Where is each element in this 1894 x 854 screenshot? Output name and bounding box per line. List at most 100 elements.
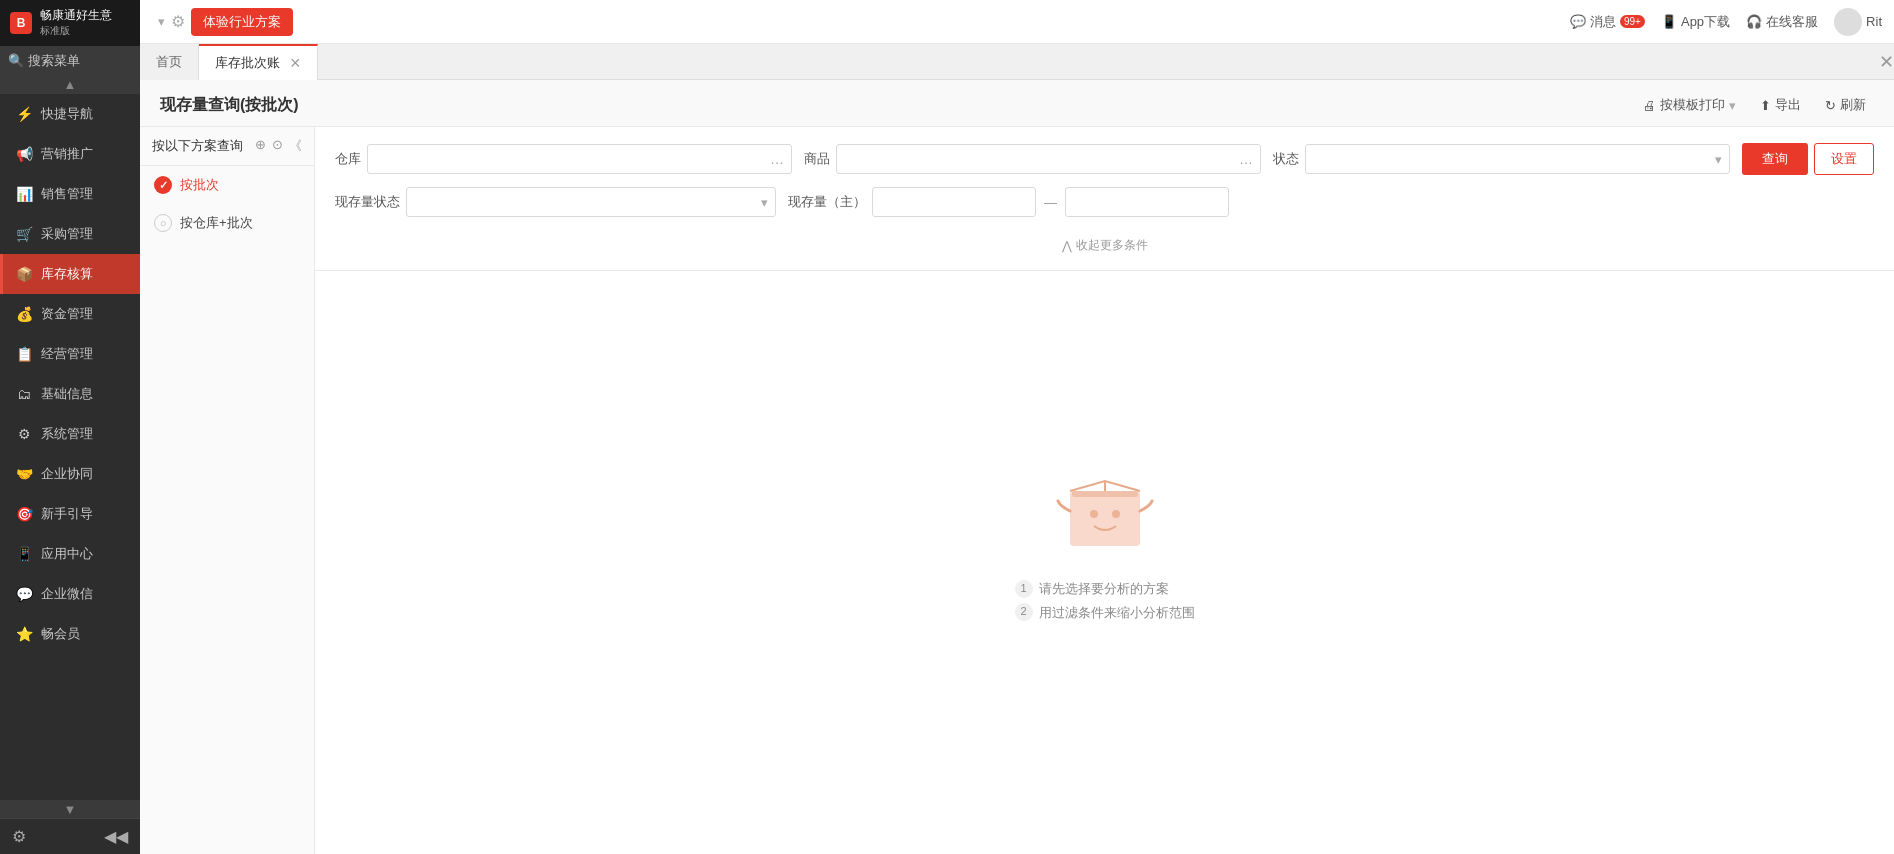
scheme-item-batch[interactable]: ✓ 按批次: [140, 166, 314, 204]
sidebar-item-marketing[interactable]: 📢 营销推广: [0, 134, 140, 174]
purchase-icon: 🛒: [15, 225, 33, 243]
messages-btn[interactable]: 💬 消息 99+: [1570, 13, 1645, 31]
topbar-right: 💬 消息 99+ 📱 App下载 🎧 在线客服 Rit: [1570, 8, 1882, 36]
sidebar-label-operations: 经营管理: [41, 345, 93, 363]
tip-item-1: 1 请先选择要分析的方案: [1015, 577, 1195, 600]
warehouse-label: 仓库: [335, 150, 361, 168]
inv-qty-range: —: [872, 187, 1229, 217]
finance-icon: 💰: [15, 305, 33, 323]
sidebar-item-appstore[interactable]: 📱应用中心: [0, 534, 140, 574]
status-select[interactable]: 全部 正常 停用: [1305, 144, 1730, 174]
warehouse-dots-icon[interactable]: …: [770, 151, 784, 167]
sidebar-item-purchase[interactable]: 🛒采购管理: [0, 214, 140, 254]
content-area: 按以下方案查询 ⊕ ⊙ 《 ✓ 按批次 ○ 按仓库+批次: [140, 127, 1894, 854]
tip-num-1: 1: [1015, 580, 1033, 598]
sidebar-label-marketing: 营销推广: [41, 145, 93, 163]
collapse-more-btn[interactable]: ⋀ 收起更多条件: [335, 229, 1874, 262]
user-avatar-btn[interactable]: Rit: [1834, 8, 1882, 36]
form-area: 仓库 … 商品 …: [315, 127, 1894, 271]
refresh-btn[interactable]: ↻ 刷新: [1817, 92, 1874, 118]
form-group-inv-qty: 现存量（主） —: [788, 187, 1229, 217]
sidebar-item-enterprise[interactable]: 🤝企业协同: [0, 454, 140, 494]
scheme-item-warehouse-batch[interactable]: ○ 按仓库+批次: [140, 204, 314, 242]
print-btn[interactable]: 🖨 按模板打印 ▾: [1635, 92, 1744, 118]
inv-status-select-wrap: 全部 ▾: [406, 187, 776, 217]
message-icon: 💬: [1570, 14, 1586, 29]
page-actions: 🖨 按模板打印 ▾ ⬆ 导出 ↻ 刷新: [1635, 92, 1874, 118]
topbar-left: ▾ ⚙ 体验行业方案: [152, 8, 1562, 36]
sidebar-footer: ⚙ ◀◀: [0, 818, 140, 854]
topbar-gear-icon[interactable]: ⚙: [171, 12, 185, 31]
form-row-2: 现存量状态 全部 ▾ 现存量（主）: [335, 187, 1874, 217]
sidebar-label-basic: 基础信息: [41, 385, 93, 403]
form-group-warehouse: 仓库 …: [335, 144, 792, 174]
refresh-label: 刷新: [1840, 96, 1866, 114]
avatar: [1834, 8, 1862, 36]
collapse-sidebar-btn[interactable]: ◀◀: [104, 827, 128, 846]
trial-btn[interactable]: 体验行业方案: [191, 8, 293, 36]
scroll-up-btn[interactable]: ▲: [0, 76, 140, 94]
inventory-icon: 📦: [15, 265, 33, 283]
empty-illustration: [1045, 441, 1165, 561]
svg-rect-1: [1072, 491, 1138, 497]
sidebar-label-newbie: 新手引导: [41, 505, 93, 523]
add-scheme-icon[interactable]: ⊕: [255, 137, 266, 155]
sidebar-item-finance[interactable]: 💰资金管理: [0, 294, 140, 334]
tab-batch-account[interactable]: 库存批次账 ×: [199, 44, 318, 80]
collapse-up-icon: ⋀: [1062, 239, 1072, 253]
export-icon: ⬆: [1760, 98, 1771, 113]
app-logo: B: [10, 12, 32, 34]
sidebar-item-quick-nav[interactable]: ⚡快捷导航: [0, 94, 140, 134]
tab-home[interactable]: 首页: [140, 44, 199, 80]
inv-qty-label: 现存量（主）: [788, 193, 866, 211]
sidebar-label-appstore: 应用中心: [41, 545, 93, 563]
query-btn[interactable]: 查询: [1742, 143, 1808, 175]
sidebar-item-inventory[interactable]: 📦 库存核算: [0, 254, 140, 294]
sidebar-item-member[interactable]: ⭐畅会员: [0, 614, 140, 654]
sidebar-search[interactable]: 🔍 搜索菜单: [0, 46, 140, 76]
breadcrumb-dropdown-icon[interactable]: ▾: [158, 14, 165, 29]
form-group-inv-status: 现存量状态 全部 ▾: [335, 187, 776, 217]
newbie-icon: 🎯: [15, 505, 33, 523]
inv-qty-from-input[interactable]: [872, 187, 1036, 217]
sidebar-item-operations[interactable]: 📋经营管理: [0, 334, 140, 374]
svg-point-2: [1090, 510, 1098, 518]
scroll-down-btn[interactable]: ▼: [0, 800, 140, 818]
product-dots-icon[interactable]: …: [1239, 151, 1253, 167]
inv-status-select[interactable]: 全部: [406, 187, 776, 217]
sidebar-item-sales[interactable]: 📊销售管理: [0, 174, 140, 214]
empty-tips: 1 请先选择要分析的方案 2 用过滤条件来缩小分析范围: [1015, 577, 1195, 624]
settings-scheme-icon[interactable]: ⊙: [272, 137, 283, 155]
refresh-icon: ↻: [1825, 98, 1836, 113]
inv-qty-to-input[interactable]: [1065, 187, 1229, 217]
sidebar-item-system[interactable]: ⚙系统管理: [0, 414, 140, 454]
online-service-btn[interactable]: 🎧 在线客服: [1746, 13, 1818, 31]
user-name: Rit: [1866, 14, 1882, 29]
warehouse-input-wrap: …: [367, 144, 792, 174]
sidebar-label-inventory: 库存核算: [41, 265, 93, 283]
left-panel: 按以下方案查询 ⊕ ⊙ 《 ✓ 按批次 ○ 按仓库+批次: [140, 127, 315, 854]
sidebar-item-wechat[interactable]: 💬企业微信: [0, 574, 140, 614]
app-download-btn[interactable]: 📱 App下载: [1661, 13, 1730, 31]
scheme-label-warehouse-batch: 按仓库+批次: [180, 214, 253, 232]
form-group-status: 状态 全部 正常 停用 ▾: [1273, 144, 1730, 174]
tip-text-1: 请先选择要分析的方案: [1039, 577, 1169, 600]
collapse-left-icon[interactable]: 《: [289, 137, 302, 155]
warehouse-input[interactable]: [367, 144, 792, 174]
print-chevron-icon: ▾: [1729, 98, 1736, 113]
print-icon: 🖨: [1643, 98, 1656, 113]
online-service-label: 在线客服: [1766, 13, 1818, 31]
sidebar-item-newbie[interactable]: 🎯 新手引导: [0, 494, 140, 534]
settings-icon[interactable]: ⚙: [12, 827, 26, 846]
sidebar-item-basic[interactable]: 🗂基础信息: [0, 374, 140, 414]
settings-form-btn[interactable]: 设置: [1814, 143, 1874, 175]
panel-close-icon[interactable]: ✕: [1879, 53, 1894, 71]
scheme-icon-warehouse-batch: ○: [154, 214, 172, 232]
tab-close-btn[interactable]: ×: [290, 54, 301, 72]
marketing-icon: 📢: [15, 145, 33, 163]
main-area: ▾ ⚙ 体验行业方案 💬 消息 99+ 📱 App下载 🎧 在线客服 Rit: [140, 0, 1894, 854]
tip-item-2: 2 用过滤条件来缩小分析范围: [1015, 601, 1195, 624]
product-input[interactable]: [836, 144, 1261, 174]
export-btn[interactable]: ⬆ 导出: [1752, 92, 1809, 118]
app-edition: 标准版: [40, 24, 112, 38]
